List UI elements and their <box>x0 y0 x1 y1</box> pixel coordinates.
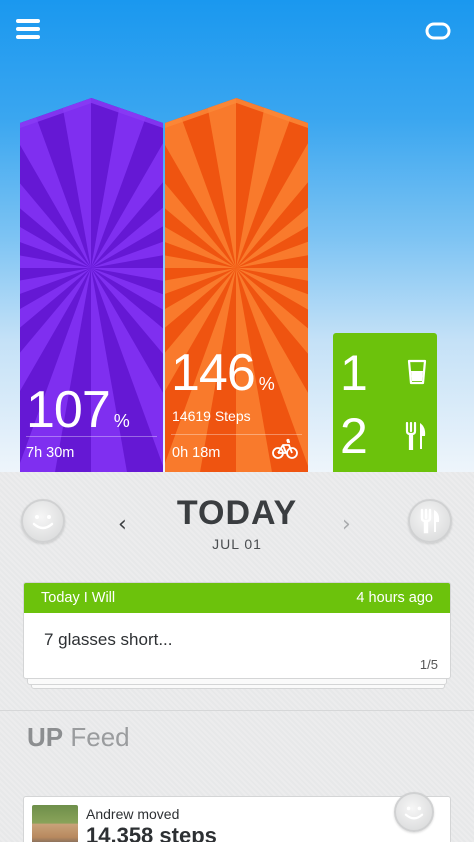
menu-icon[interactable] <box>16 19 40 39</box>
feed-title: UP Feed <box>27 722 130 753</box>
sleep-percent-value: 107 <box>26 381 111 439</box>
card-header-time: 4 hours ago <box>356 590 433 606</box>
feed-item[interactable]: Andrew moved 14,358 steps <box>23 796 451 842</box>
band-icon[interactable] <box>424 20 452 42</box>
meals-row: 2 <box>333 408 437 468</box>
glass-icon <box>407 359 427 385</box>
meals-count: 2 <box>340 408 368 464</box>
card-header: Today I Will 4 hours ago <box>24 583 450 613</box>
feed-item-steps: 14,358 steps <box>86 823 217 842</box>
move-active-time: 0h 18m <box>172 445 221 461</box>
move-percent-unit: % <box>258 374 275 394</box>
move-percent: 146% <box>171 343 275 403</box>
card-body: 7 glasses short... 1/5 <box>24 613 450 678</box>
day-title: TODAY <box>176 494 298 532</box>
utensils-icon <box>420 508 440 534</box>
sleep-divider <box>26 436 157 437</box>
card-message: 7 glasses short... <box>44 630 173 649</box>
feed-title-bold: UP <box>27 722 64 752</box>
day-date: JUL 01 <box>212 536 262 552</box>
card-pager: 1/5 <box>419 657 438 672</box>
food-bar[interactable]: 1 2 <box>333 333 437 472</box>
avatar <box>32 805 78 842</box>
bike-icon <box>272 438 298 459</box>
feed-title-rest: Feed <box>70 722 130 752</box>
smiley-icon <box>404 806 424 820</box>
sleep-percent: 107% <box>26 380 130 440</box>
move-percent-value: 146 <box>171 344 256 402</box>
feed-divider <box>0 710 474 711</box>
feed-item-name: Andrew moved <box>86 806 180 822</box>
card-header-title: Today I Will <box>41 590 116 606</box>
sleep-bar[interactable]: 107% 7h 30m <box>20 98 163 472</box>
drinks-count: 1 <box>340 345 368 401</box>
log-meal-button[interactable] <box>408 499 452 543</box>
next-day-button[interactable]: › <box>342 512 351 537</box>
move-bar[interactable]: 146% 14619 Steps 0h 18m <box>165 98 308 472</box>
utensils-icon <box>405 422 426 450</box>
move-divider <box>171 434 302 435</box>
dashboard: 107% 7h 30m 146% 14619 Steps 0h 18m 1 2 <box>0 0 474 472</box>
today-i-will-card[interactable]: Today I Will 4 hours ago 7 glasses short… <box>23 582 451 679</box>
move-steps: 14619 Steps <box>172 408 251 424</box>
day-panel: ‹ TODAY JUL 01 › Today I Will 4 hours ag… <box>0 472 474 842</box>
sleep-duration: 7h 30m <box>26 445 75 461</box>
drinks-row: 1 <box>333 345 437 405</box>
feed-mood-button[interactable] <box>394 792 434 832</box>
sleep-percent-unit: % <box>113 411 130 431</box>
